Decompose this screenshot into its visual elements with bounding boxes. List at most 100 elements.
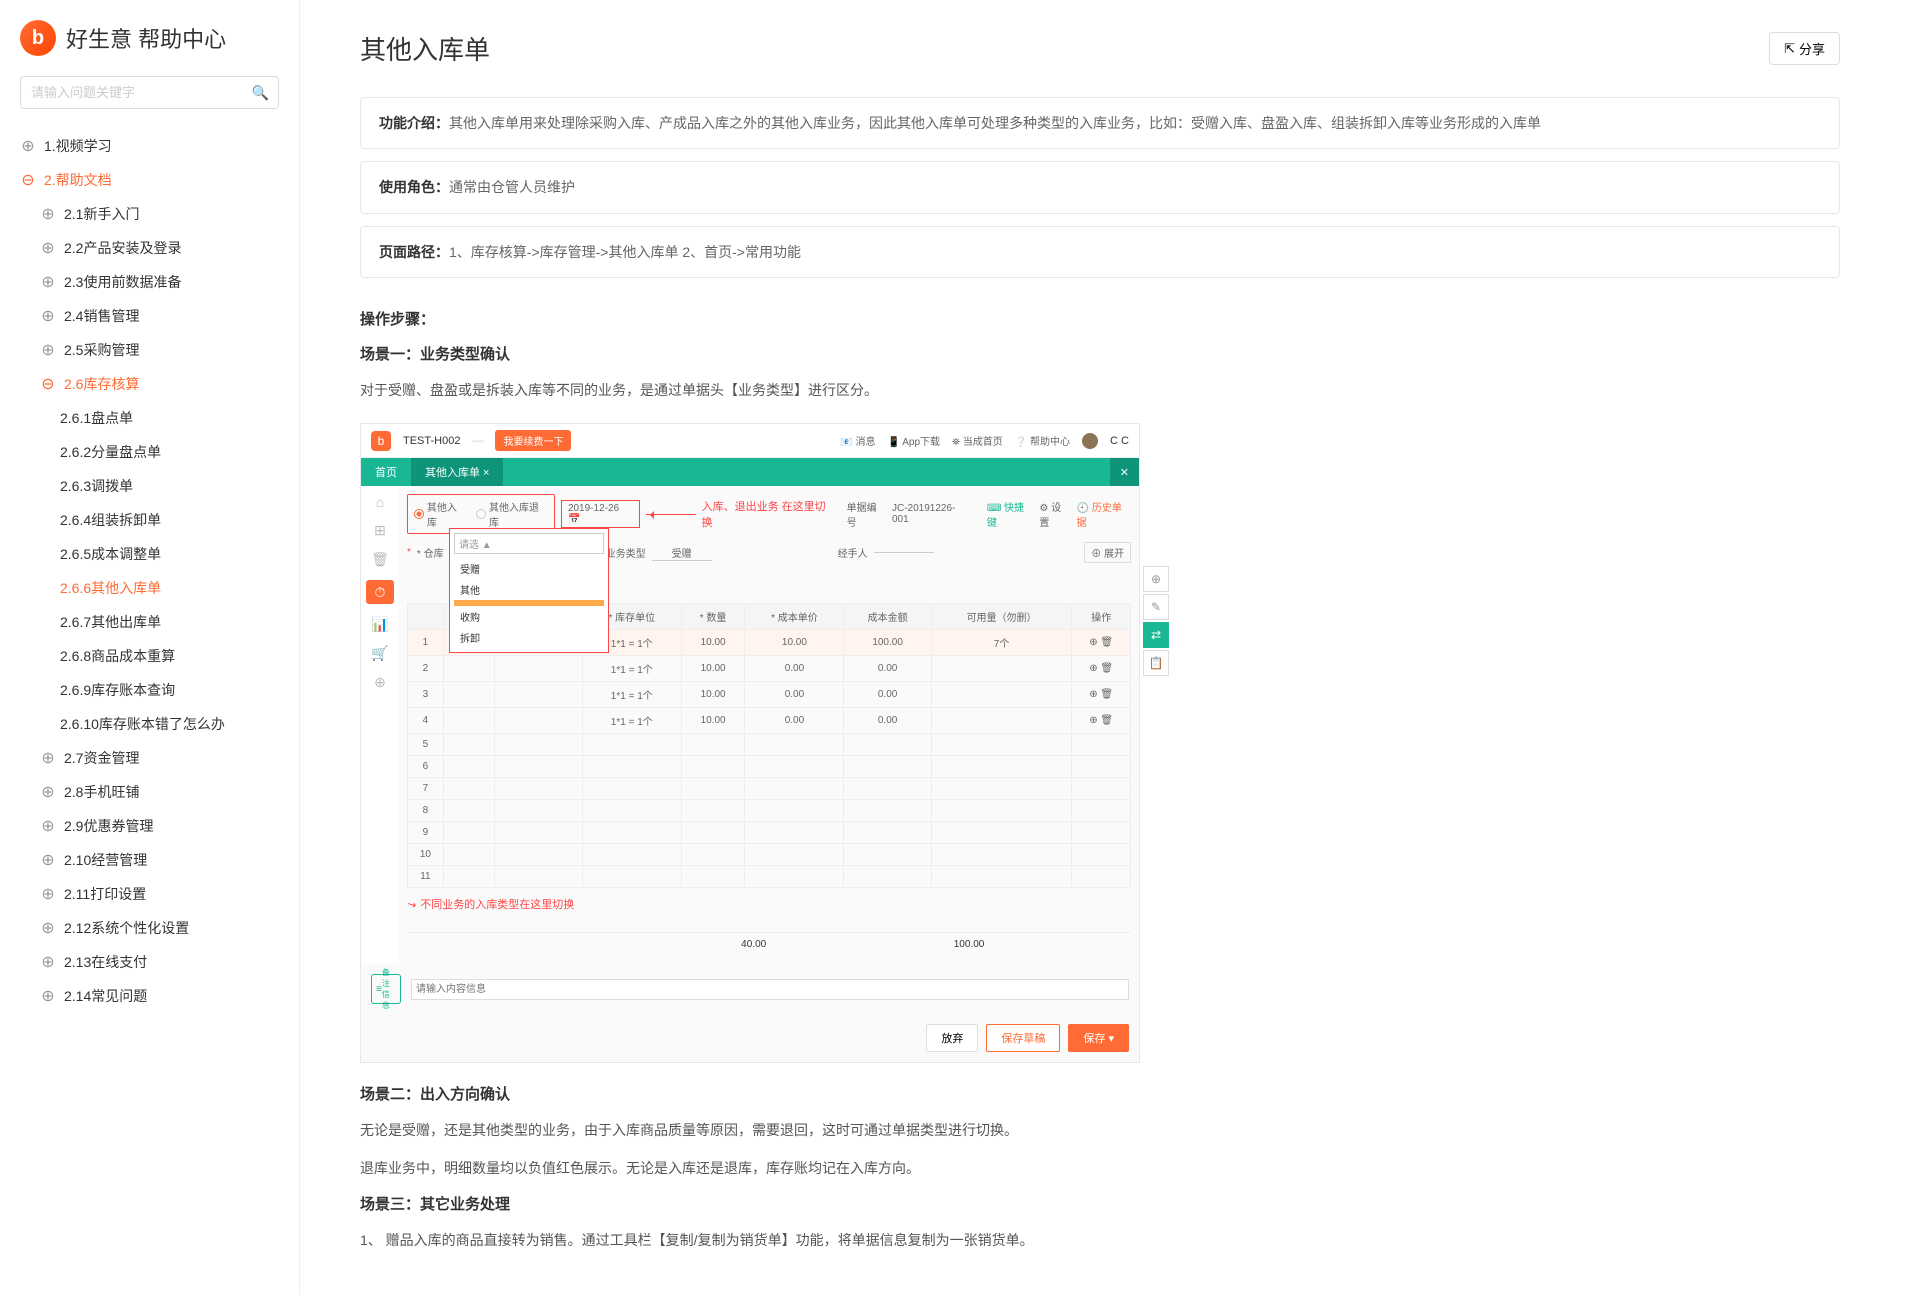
biztype-value[interactable]: 受赠 — [652, 545, 712, 561]
nav-item[interactable]: ⊕2.13在线支付 — [20, 945, 279, 979]
table-cell: 1*1 = 1个 — [582, 656, 681, 682]
topbar-link[interactable]: 📱 App下载 — [888, 433, 940, 448]
avatar-icon[interactable] — [1082, 433, 1098, 449]
topbar-link[interactable]: ❔ 帮助中心 — [1015, 433, 1070, 448]
person-input[interactable] — [874, 552, 934, 553]
rail-icon[interactable]: ⊞ — [374, 522, 386, 539]
nav-item[interactable]: 2.6.6其他入库单 — [20, 571, 279, 605]
scene3-p1: 1、 赠品入库的商品直接转为销售。通过工具栏【复制/复制为销货单】功能，将单据信… — [360, 1228, 1840, 1253]
scene2-p2: 退库业务中，明细数量均以负值红色展示。无论是入库还是退库，库存账均记在入库方向。 — [360, 1156, 1840, 1181]
side-tab-active[interactable]: ⇄ — [1143, 622, 1169, 648]
nav-item[interactable]: ⊕2.1新手入门 — [20, 197, 279, 231]
nav-item[interactable]: 2.6.8商品成本重算 — [20, 639, 279, 673]
table-cell: 10.00 — [681, 708, 745, 734]
nav-item[interactable]: ⊕2.12系统个性化设置 — [20, 911, 279, 945]
annotation-text: ↘ 不同业务的入库类型在这里切换 — [407, 896, 1131, 912]
remark-input[interactable] — [411, 979, 1129, 1000]
side-tab[interactable]: ✎ — [1143, 594, 1169, 620]
nav-item[interactable]: 2.6.1盘点单 — [20, 401, 279, 435]
rail-icon-active[interactable]: ⏱ — [366, 580, 394, 604]
nav-item[interactable]: 2.6.10库存账本错了怎么办 — [20, 707, 279, 741]
search-input[interactable] — [20, 76, 279, 109]
table-cell: 2 — [408, 656, 444, 682]
table-header: 操作 — [1072, 604, 1131, 630]
dropdown-option[interactable]: 其他 — [454, 579, 604, 600]
nav-label: 2.8手机旺铺 — [64, 782, 139, 802]
right-tabs: ⊕ ✎ ⇄ 📋 — [1143, 566, 1169, 676]
warehouse-label: * 仓库 — [417, 545, 444, 560]
remark-icon: ≡备注信息 — [371, 974, 401, 1004]
draft-button[interactable]: 保存草稿 — [986, 1024, 1060, 1052]
side-tab[interactable]: 📋 — [1143, 650, 1169, 676]
search-icon[interactable]: 🔍 — [252, 84, 269, 101]
nav-item[interactable]: ⊕2.8手机旺铺 — [20, 775, 279, 809]
remark-area: ≡备注信息 — [361, 964, 1139, 1014]
toolbar-link[interactable]: ⚙ 设置 — [1039, 499, 1070, 529]
nav-label: 2.6.6其他入库单 — [60, 578, 161, 598]
nav-item[interactable]: ⊕2.7资金管理 — [20, 741, 279, 775]
share-button[interactable]: ⇱ 分享 — [1769, 32, 1840, 65]
sidebar: b 好生意 帮助中心 🔍 ⊕1.视频学习⊖2.帮助文档⊕2.1新手入门⊕2.2产… — [0, 0, 300, 1295]
table-header: 成本金额 — [844, 604, 931, 630]
nav-item[interactable]: 2.6.2分量盘点单 — [20, 435, 279, 469]
date-input[interactable]: 2019-12-26 📅 — [561, 500, 640, 528]
toolbar-link[interactable]: 🕘 历史单据 — [1077, 499, 1131, 529]
biztype-label: 业务类型 — [606, 545, 646, 560]
plus-icon: ⊕ — [40, 818, 56, 834]
radio-return[interactable]: 其他入库退库 — [476, 499, 548, 529]
nav-label: 2.12系统个性化设置 — [64, 918, 189, 938]
nav-item[interactable]: 2.6.7其他出库单 — [20, 605, 279, 639]
nav-item[interactable]: ⊕2.4销售管理 — [20, 299, 279, 333]
nav-label: 2.6.2分量盘点单 — [60, 442, 161, 462]
account-name: TEST-H002 — [403, 435, 460, 447]
table-cell: 7个 — [931, 630, 1072, 656]
nav-item[interactable]: ⊕2.10经营管理 — [20, 843, 279, 877]
cancel-button[interactable]: 放弃 — [926, 1024, 978, 1052]
side-tab[interactable]: ⊕ — [1143, 566, 1169, 592]
nav-item[interactable]: ⊖2.6库存核算 — [20, 367, 279, 401]
nav-item[interactable]: 2.6.3调拨单 — [20, 469, 279, 503]
table-row: 11 — [408, 866, 1131, 888]
tab-active[interactable]: 其他入库单 × — [411, 458, 503, 486]
table-cell — [495, 656, 582, 682]
brand-logo-icon: b — [20, 20, 56, 56]
nav-item[interactable]: 2.6.5成本调整单 — [20, 537, 279, 571]
save-button[interactable]: 保存 ▾ — [1068, 1024, 1129, 1052]
action-row: 放弃 保存草稿 保存 ▾ — [361, 1014, 1139, 1062]
radio-inbound[interactable]: 其他入库 — [414, 499, 466, 529]
renew-button[interactable]: 我要续费一下 — [495, 430, 571, 451]
tabs-close-icon[interactable]: ✕ — [1110, 458, 1139, 486]
nav-item[interactable]: ⊕2.2产品安装及登录 — [20, 231, 279, 265]
nav-label: 2.14常见问题 — [64, 986, 147, 1006]
nav-item[interactable]: 2.6.9库存账本查询 — [20, 673, 279, 707]
nav-item[interactable]: ⊕2.14常见问题 — [20, 979, 279, 1013]
rail-icon[interactable]: 📊 — [371, 616, 388, 633]
rail-icon[interactable]: ⌂ — [376, 494, 384, 510]
nav-item[interactable]: ⊕1.视频学习 — [20, 129, 279, 163]
dropdown-option[interactable]: 拆卸 — [454, 627, 604, 648]
table-cell: 1 — [408, 630, 444, 656]
nav-item[interactable]: ⊕2.9优惠券管理 — [20, 809, 279, 843]
tab-home[interactable]: 首页 — [361, 458, 411, 486]
rail-icon[interactable]: ⊕ — [374, 674, 386, 691]
table-cell: 3 — [408, 682, 444, 708]
topbar-link[interactable]: ⛯ 当成首页 — [952, 433, 1003, 448]
expand-button[interactable]: ⊕ 展开 — [1084, 542, 1131, 563]
topbar-link[interactable]: 📧 消息 — [840, 433, 875, 448]
nav-item[interactable]: 2.6.4组装拆卸单 — [20, 503, 279, 537]
share-label: 分享 — [1799, 39, 1825, 58]
nav-item[interactable]: ⊕2.3使用前数据准备 — [20, 265, 279, 299]
table-header — [408, 604, 444, 630]
nav-item[interactable]: ⊖2.帮助文档 — [20, 163, 279, 197]
table-cell: 0.00 — [844, 656, 931, 682]
dropdown-option[interactable]: 收购 — [454, 606, 604, 627]
rail-icon[interactable]: 🛒 — [371, 645, 388, 662]
nav-item[interactable]: ⊕2.11打印设置 — [20, 877, 279, 911]
minus-icon: ⊖ — [20, 172, 36, 188]
toolbar-link[interactable]: ⌨ 快捷键 — [987, 499, 1034, 529]
rail-icon[interactable]: 🗑 — [371, 551, 389, 568]
nav-item[interactable]: ⊕2.5采购管理 — [20, 333, 279, 367]
dropdown-option[interactable]: 受赠 — [454, 558, 604, 579]
person-label: 经手人 — [838, 545, 868, 560]
dropdown-search[interactable]: 请选 ▲ — [454, 533, 604, 554]
